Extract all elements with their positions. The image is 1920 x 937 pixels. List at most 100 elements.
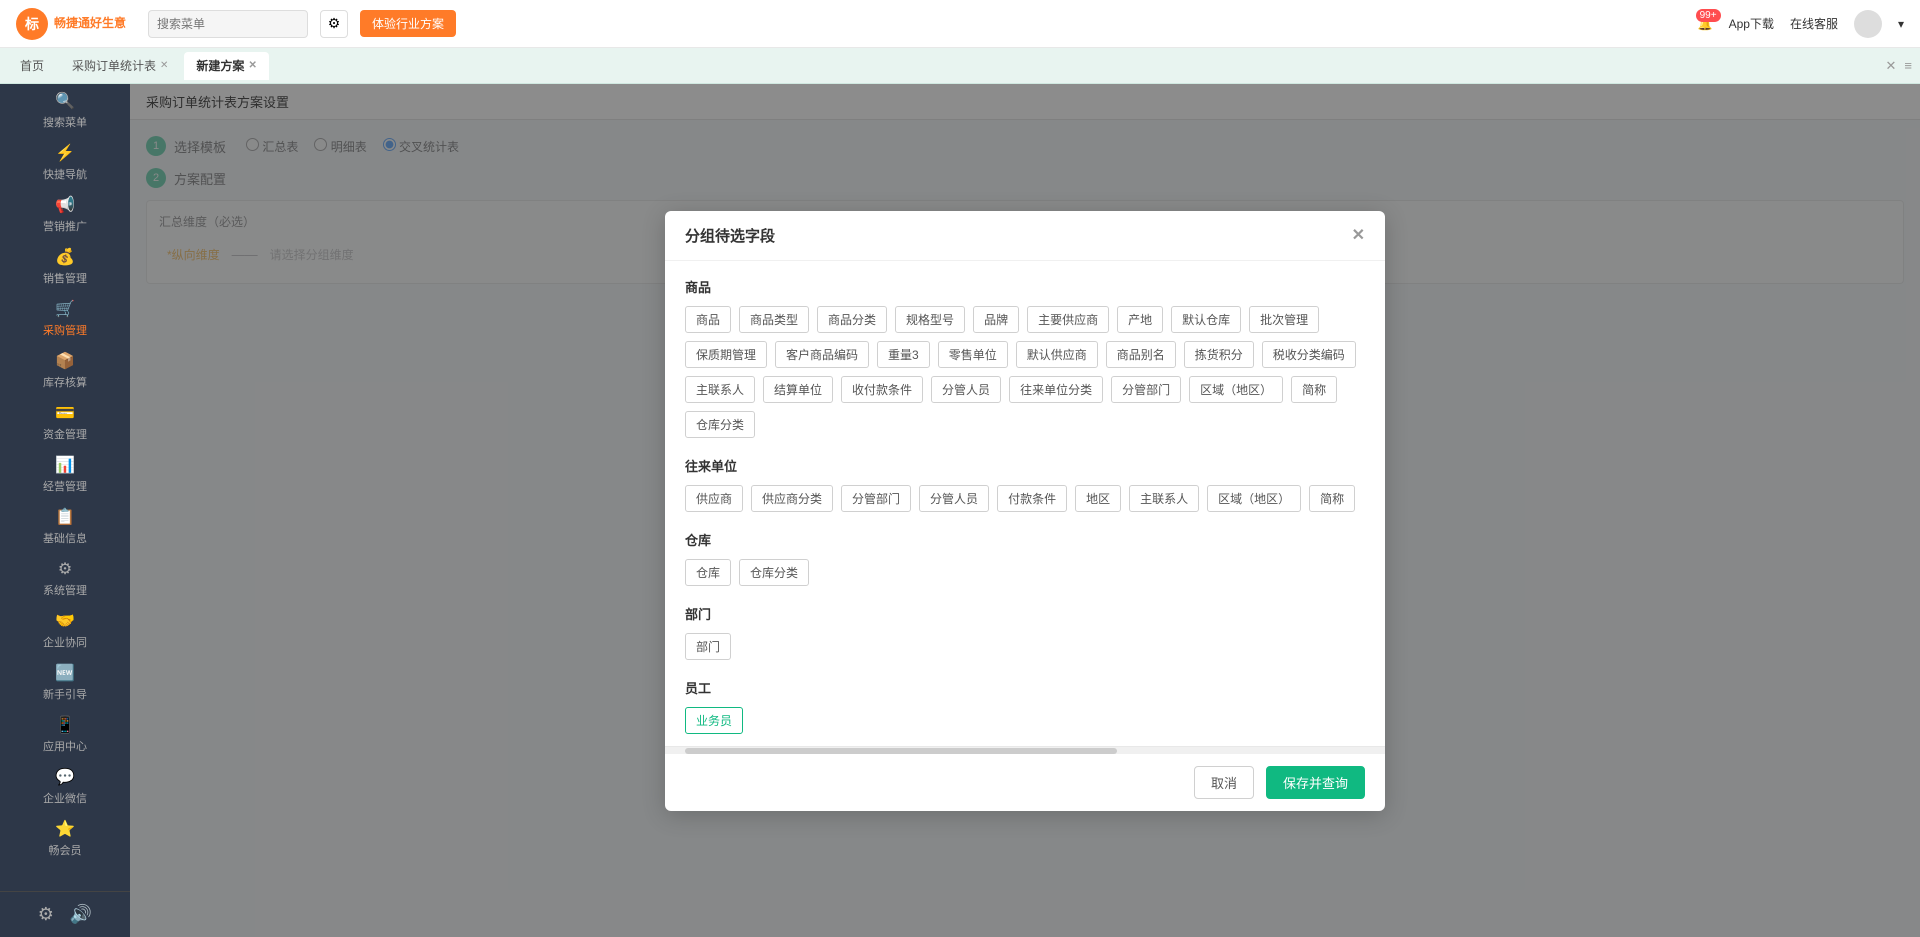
field-tag-goods-3[interactable]: 规格型号 — [895, 306, 965, 333]
save-query-button[interactable]: 保存并查询 — [1266, 766, 1365, 799]
inventory-icon: 📦 — [55, 351, 75, 371]
user-avatar[interactable] — [1854, 10, 1882, 38]
tab-home[interactable]: 首页 — [8, 52, 56, 80]
field-tag-partner-3[interactable]: 分管人员 — [919, 485, 989, 512]
field-tag-goods-10[interactable]: 客户商品编码 — [775, 341, 869, 368]
sidebar-item-member-label: 畅会员 — [49, 842, 82, 858]
field-tag-goods-20[interactable]: 分管人员 — [931, 376, 1001, 403]
field-tag-goods-16[interactable]: 税收分类编码 — [1262, 341, 1356, 368]
field-tags-staff: 业务员 — [685, 707, 1365, 734]
sidebar-item-search-label: 搜索菜单 — [43, 114, 87, 130]
field-tag-goods-7[interactable]: 默认仓库 — [1171, 306, 1241, 333]
field-tag-goods-19[interactable]: 收付款条件 — [841, 376, 923, 403]
tab-purchase-stats[interactable]: 采购订单统计表 ✕ — [60, 52, 180, 80]
sidebar-item-sales-label: 销售管理 — [43, 270, 87, 286]
sidebar-item-basic-info[interactable]: 📋 基础信息 — [0, 500, 130, 552]
field-tag-goods-21[interactable]: 往来单位分类 — [1009, 376, 1103, 403]
field-tag-goods-22[interactable]: 分管部门 — [1111, 376, 1181, 403]
field-tag-goods-6[interactable]: 产地 — [1117, 306, 1163, 333]
content-area: 采购订单统计表方案设置 1 选择模板 汇总表 明细表 交叉统计表 2 方案配置 — [130, 84, 1920, 937]
field-tag-goods-11[interactable]: 重量3 — [877, 341, 930, 368]
sidebar-gear-icon[interactable]: ⚙ — [38, 904, 54, 925]
field-tag-goods-23[interactable]: 区域（地区） — [1189, 376, 1283, 403]
field-tag-staff-0[interactable]: 业务员 — [685, 707, 743, 734]
field-group-dept: 部门 部门 — [685, 604, 1365, 660]
sidebar-item-wechat[interactable]: 💬 企业微信 — [0, 760, 130, 812]
field-tag-dept-0[interactable]: 部门 — [685, 633, 731, 660]
modal-close-button[interactable]: ✕ — [1352, 225, 1365, 245]
field-tag-warehouse-1[interactable]: 仓库分类 — [739, 559, 809, 586]
sidebar-item-member[interactable]: ⭐ 畅会员 — [0, 812, 130, 864]
field-tag-warehouse-0[interactable]: 仓库 — [685, 559, 731, 586]
tab-new-scheme[interactable]: 新建方案 ✕ — [184, 52, 268, 80]
experience-button[interactable]: 体验行业方案 — [360, 10, 456, 37]
field-tag-goods-0[interactable]: 商品 — [685, 306, 731, 333]
sidebar: 🔍 搜索菜单 ⚡ 快捷导航 📢 营销推广 💰 销售管理 🛒 采购管理 📦 库存核… — [0, 84, 130, 937]
field-tag-partner-6[interactable]: 主联系人 — [1129, 485, 1199, 512]
settings-button[interactable]: ⚙ — [320, 10, 348, 38]
field-tag-partner-8[interactable]: 简称 — [1309, 485, 1355, 512]
sidebar-item-system-label: 系统管理 — [43, 582, 87, 598]
sidebar-item-quick-nav[interactable]: ⚡ 快捷导航 — [0, 136, 130, 188]
user-menu-arrow[interactable]: ▾ — [1898, 17, 1904, 31]
guide-icon: 🆕 — [55, 663, 75, 683]
field-tag-goods-13[interactable]: 默认供应商 — [1016, 341, 1098, 368]
field-tags-warehouse: 仓库 仓库分类 — [685, 559, 1365, 586]
sidebar-item-inventory-label: 库存核算 — [43, 374, 87, 390]
field-tag-goods-5[interactable]: 主要供应商 — [1027, 306, 1109, 333]
search-icon: 🔍 — [55, 91, 75, 111]
modal-title: 分组待选字段 — [685, 225, 775, 246]
field-tag-goods-14[interactable]: 商品别名 — [1106, 341, 1176, 368]
sidebar-item-inventory[interactable]: 📦 库存核算 — [0, 344, 130, 396]
sidebar-item-marketing[interactable]: 📢 营销推广 — [0, 188, 130, 240]
field-tag-partner-1[interactable]: 供应商分类 — [751, 485, 833, 512]
field-tag-goods-24[interactable]: 简称 — [1291, 376, 1337, 403]
sidebar-item-sales[interactable]: 💰 销售管理 — [0, 240, 130, 292]
sidebar-item-operations[interactable]: 📊 经营管理 — [0, 448, 130, 500]
field-tag-goods-9[interactable]: 保质期管理 — [685, 341, 767, 368]
tab-new-scheme-close[interactable]: ✕ — [248, 60, 256, 71]
tab-bar-close-icon[interactable]: ✕ — [1886, 58, 1897, 74]
field-tag-goods-17[interactable]: 主联系人 — [685, 376, 755, 403]
modal-horizontal-scrollbar[interactable] — [665, 746, 1385, 752]
cancel-button[interactable]: 取消 — [1194, 766, 1254, 799]
field-tag-goods-2[interactable]: 商品分类 — [817, 306, 887, 333]
field-group-partner: 往来单位 供应商 供应商分类 分管部门 分管人员 付款条件 地区 主联系人 区域… — [685, 456, 1365, 512]
menu-search-input[interactable] — [157, 17, 299, 31]
tab-bar: 首页 采购订单统计表 ✕ 新建方案 ✕ ✕ ≡ — [0, 48, 1920, 84]
online-service-link[interactable]: 在线客服 — [1790, 15, 1838, 32]
sidebar-item-enterprise[interactable]: 🤝 企业协同 — [0, 604, 130, 656]
sidebar-item-purchase[interactable]: 🛒 采购管理 — [0, 292, 130, 344]
notification-bell[interactable]: 🔔 99+ — [1698, 17, 1713, 31]
sidebar-item-app-center[interactable]: 📱 应用中心 — [0, 708, 130, 760]
tab-purchase-stats-close[interactable]: ✕ — [160, 60, 168, 71]
field-tag-partner-0[interactable]: 供应商 — [685, 485, 743, 512]
sidebar-bottom: ⚙ 🔊 — [0, 891, 130, 937]
field-tag-goods-1[interactable]: 商品类型 — [739, 306, 809, 333]
modal-header: 分组待选字段 ✕ — [665, 211, 1385, 261]
field-tag-partner-5[interactable]: 地区 — [1075, 485, 1121, 512]
field-tag-goods-15[interactable]: 拣货积分 — [1184, 341, 1254, 368]
field-tag-goods-8[interactable]: 批次管理 — [1249, 306, 1319, 333]
menu-search-box[interactable] — [148, 10, 308, 38]
sidebar-volume-icon[interactable]: 🔊 — [70, 904, 92, 925]
field-tag-goods-25[interactable]: 仓库分类 — [685, 411, 755, 438]
top-right-actions: 🔔 99+ App下载 在线客服 ▾ — [1698, 10, 1904, 38]
field-tag-partner-7[interactable]: 区域（地区） — [1207, 485, 1301, 512]
system-icon: ⚙ — [58, 559, 72, 579]
finance-icon: 💳 — [55, 403, 75, 423]
sales-icon: 💰 — [55, 247, 75, 267]
field-tag-goods-18[interactable]: 结算单位 — [763, 376, 833, 403]
sidebar-item-guide[interactable]: 🆕 新手引导 — [0, 656, 130, 708]
app-download-link[interactable]: App下载 — [1729, 15, 1774, 32]
sidebar-item-search[interactable]: 🔍 搜索菜单 — [0, 84, 130, 136]
sidebar-item-system[interactable]: ⚙ 系统管理 — [0, 552, 130, 604]
field-tag-partner-2[interactable]: 分管部门 — [841, 485, 911, 512]
modal-overlay: 分组待选字段 ✕ 商品 商品 商品类型 商品分类 规格型号 品牌 — [130, 84, 1920, 937]
field-tag-goods-12[interactable]: 零售单位 — [938, 341, 1008, 368]
sidebar-item-finance[interactable]: 💳 资金管理 — [0, 396, 130, 448]
field-tag-partner-4[interactable]: 付款条件 — [997, 485, 1067, 512]
modal-body[interactable]: 商品 商品 商品类型 商品分类 规格型号 品牌 主要供应商 产地 默认仓库 批次… — [665, 261, 1385, 747]
tab-bar-more-icon[interactable]: ≡ — [1904, 58, 1912, 73]
field-tag-goods-4[interactable]: 品牌 — [973, 306, 1019, 333]
